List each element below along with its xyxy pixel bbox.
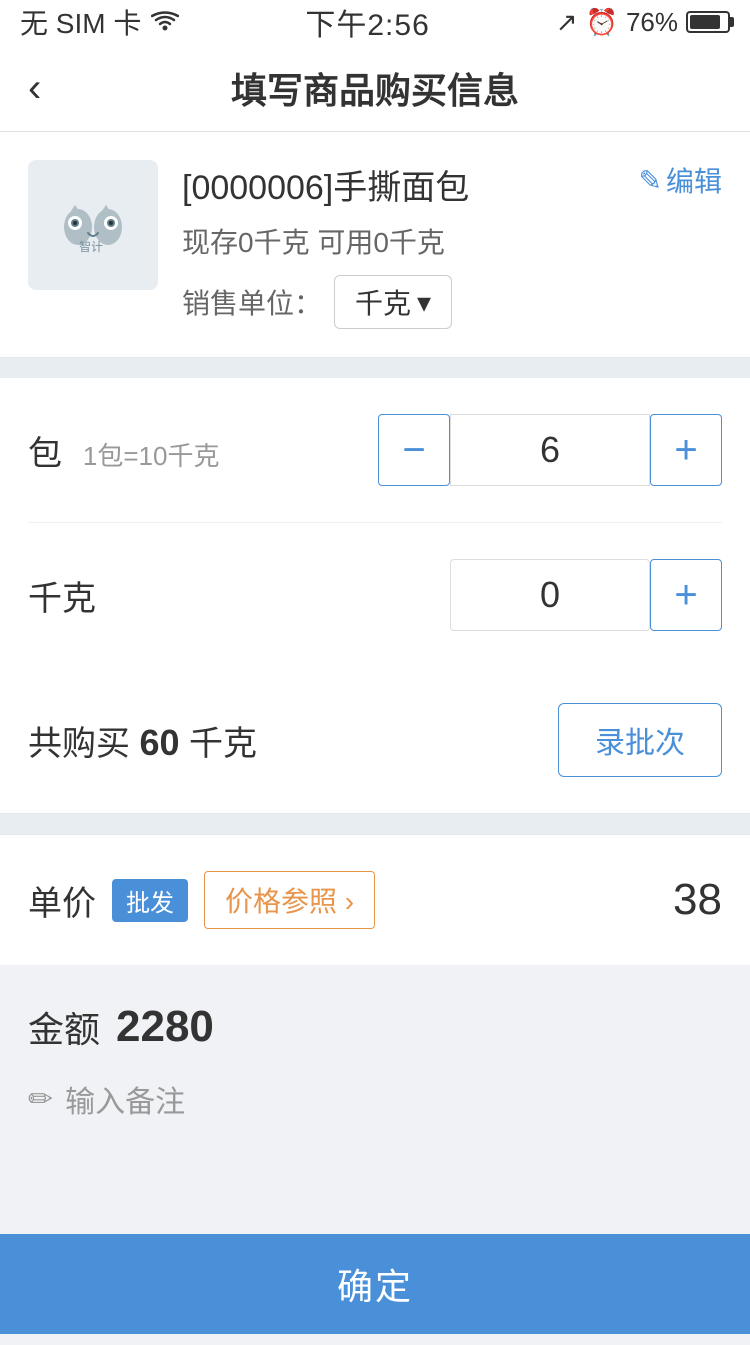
bag-plus-button[interactable]: + (650, 414, 722, 486)
status-bar: 无 SIM 卡 下午2:56 ↗ ⏰ 76% (0, 0, 750, 44)
section-divider-2 (0, 814, 750, 834)
section-divider-1 (0, 358, 750, 378)
batch-button[interactable]: 录批次 (558, 703, 722, 777)
alarm-icon: ⏰ (586, 7, 618, 38)
price-value: 38 (673, 875, 722, 925)
product-image: 智计 (28, 160, 158, 290)
wifi-icon (151, 6, 179, 38)
status-right: ↗ ⏰ 76% (556, 7, 730, 38)
amount-row: 金额 2280 (28, 1001, 722, 1053)
bag-controls: − + (378, 414, 722, 486)
location-icon: ↗ (556, 7, 578, 38)
price-tag: 批发 (112, 879, 188, 922)
quantity-section: 包 1包=10千克 − + 千克 + (0, 378, 750, 667)
note-row[interactable]: ✏ 输入备注 (28, 1077, 722, 1121)
carrier-label: 无 SIM 卡 (20, 2, 141, 42)
bag-label-group: 包 1包=10千克 (28, 426, 219, 475)
kg-controls: + (450, 559, 722, 631)
price-ref-button[interactable]: 价格参照 › (204, 871, 375, 929)
total-text: 共购买 60 千克 (28, 716, 257, 765)
kg-plus-button[interactable]: + (650, 559, 722, 631)
back-button[interactable]: ‹ (28, 68, 41, 108)
kg-label: 千克 (28, 580, 96, 618)
bag-quantity-row: 包 1包=10千克 − + (28, 378, 722, 523)
product-info: [0000006]手撕面包 ✎ 编辑 现存0千克 可用0千克 销售单位： 千克 … (182, 160, 722, 329)
kg-label-group: 千克 (28, 571, 96, 620)
amount-section: 金额 2280 ✏ 输入备注 (0, 965, 750, 1245)
svg-text:智计: 智计 (79, 239, 103, 254)
bag-minus-button[interactable]: − (378, 414, 450, 486)
bag-hint: 1包=10千克 (83, 441, 220, 471)
product-unit-row: 销售单位： 千克 ▾ (182, 275, 722, 329)
status-left: 无 SIM 卡 (20, 2, 179, 42)
unit-select[interactable]: 千克 ▾ (334, 275, 452, 329)
battery-percent: 76% (626, 7, 678, 38)
product-stock: 现存0千克 可用0千克 (182, 221, 722, 261)
kg-quantity-input[interactable] (450, 559, 650, 631)
status-time: 下午2:56 (305, 0, 429, 44)
battery-icon (686, 11, 730, 33)
confirm-text: 确定 (337, 1258, 413, 1310)
note-placeholder: 输入备注 (65, 1077, 185, 1121)
product-card: 智计 [0000006]手撕面包 ✎ 编辑 现存0千克 可用0千克 销售单位： … (0, 132, 750, 358)
edit-button[interactable]: ✎ 编辑 (639, 160, 722, 200)
price-section: 单价 批发 价格参照 › 38 (0, 834, 750, 965)
total-section: 共购买 60 千克 录批次 (0, 667, 750, 814)
bag-label: 包 (28, 435, 62, 473)
nav-bar: ‹ 填写商品购买信息 (0, 44, 750, 132)
kg-quantity-row: 千克 + (28, 523, 722, 667)
product-name-row: [0000006]手撕面包 ✎ 编辑 (182, 160, 722, 209)
price-label: 单价 (28, 876, 96, 925)
note-icon: ✏ (28, 1082, 53, 1117)
confirm-bar[interactable]: 确定 (0, 1234, 750, 1334)
page-title: 填写商品购买信息 (231, 62, 519, 114)
price-label-group: 单价 批发 价格参照 › (28, 871, 375, 929)
unit-label: 销售单位： (182, 282, 322, 322)
bag-quantity-input[interactable] (450, 414, 650, 486)
product-name: [0000006]手撕面包 (182, 160, 469, 209)
amount-label: 金额 (28, 1001, 100, 1053)
amount-value: 2280 (116, 1002, 214, 1052)
